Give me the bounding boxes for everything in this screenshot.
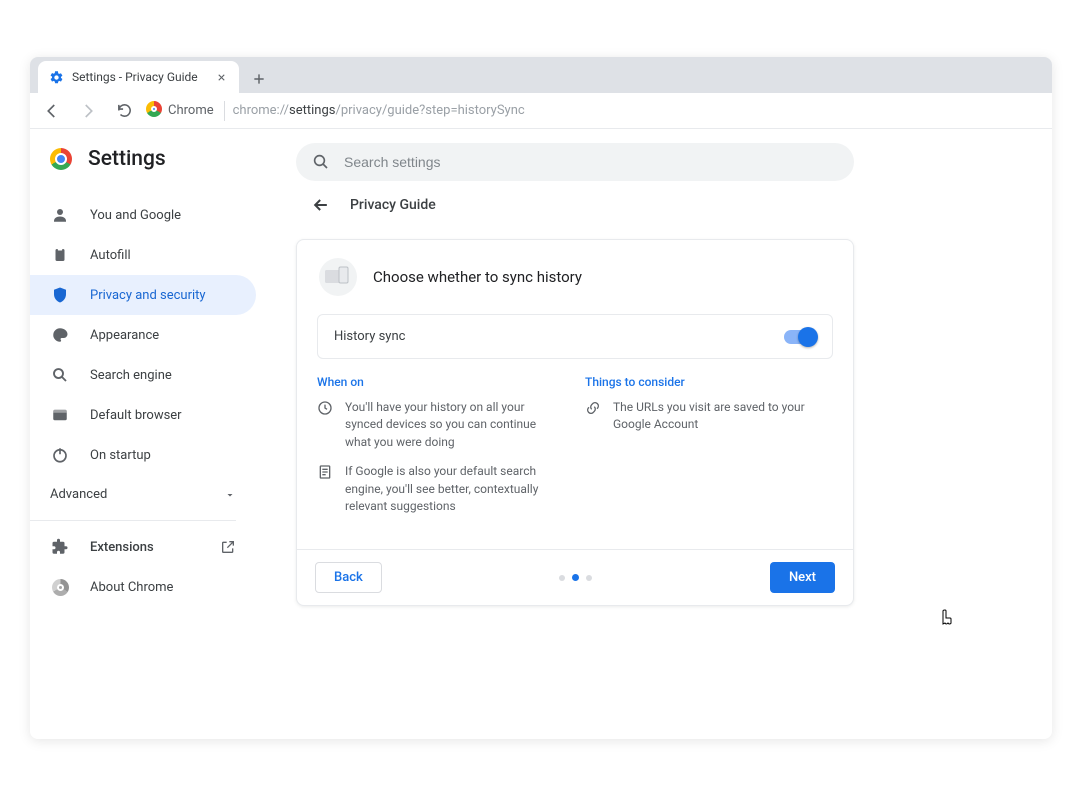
settings-search[interactable]: [296, 143, 854, 181]
history-sync-toggle[interactable]: [784, 330, 816, 344]
bullet-text: The URLs you visit are saved to your Goo…: [613, 399, 833, 434]
sidebar-item-default-browser[interactable]: Default browser: [30, 395, 256, 435]
open-external-icon: [220, 539, 236, 555]
sidebar-item-you-and-google[interactable]: You and Google: [30, 195, 256, 235]
chevron-down-icon: [224, 489, 236, 501]
step-dot-active: [572, 574, 579, 581]
palette-icon: [50, 325, 70, 345]
gear-icon: [48, 69, 64, 85]
page-icon: [317, 463, 335, 515]
search-icon: [312, 153, 330, 171]
step-dots: [559, 574, 592, 581]
settings-search-input[interactable]: [344, 154, 838, 170]
next-button[interactable]: Next: [770, 562, 835, 593]
consider-heading: Things to consider: [585, 375, 833, 389]
clipboard-icon: [50, 245, 70, 265]
card-title: Choose whether to sync history: [373, 268, 582, 286]
reload-button[interactable]: [110, 97, 138, 125]
search-icon: [50, 365, 70, 385]
bullet-text: You'll have your history on all your syn…: [345, 399, 565, 451]
page-title: Settings: [88, 147, 166, 171]
breadcrumb-title: Privacy Guide: [350, 197, 436, 213]
browser-tab[interactable]: Settings - Privacy Guide: [38, 61, 239, 93]
step-dot: [586, 575, 592, 581]
omnibox[interactable]: Chrome chrome://settings/privacy/guide?s…: [146, 101, 1044, 121]
sidebar-item-on-startup[interactable]: On startup: [30, 435, 256, 475]
back-button[interactable]: Back: [315, 562, 382, 593]
chrome-logo-icon: [50, 148, 72, 170]
back-arrow-icon[interactable]: [310, 195, 332, 215]
step-dot: [559, 575, 565, 581]
chrome-icon: [146, 101, 162, 121]
sidebar-advanced-toggle[interactable]: Advanced: [30, 475, 256, 514]
tab-title: Settings - Privacy Guide: [72, 70, 198, 84]
back-button[interactable]: [38, 97, 66, 125]
divider: [30, 520, 236, 521]
sidebar-item-label: Search engine: [90, 368, 172, 383]
sidebar-item-label: You and Google: [90, 208, 181, 223]
sidebar-item-search-engine[interactable]: Search engine: [30, 355, 256, 395]
person-icon: [50, 205, 70, 225]
sidebar-item-label: Default browser: [90, 408, 182, 423]
close-tab-icon[interactable]: [214, 72, 229, 83]
address-bar: Chrome chrome://settings/privacy/guide?s…: [30, 93, 1052, 129]
sidebar-item-label: Extensions: [90, 540, 154, 555]
sidebar-item-label: About Chrome: [90, 580, 173, 595]
devices-icon: [319, 258, 357, 296]
chrome-small-icon: [50, 577, 70, 597]
url-text: chrome://settings/privacy/guide?step=his…: [233, 103, 525, 118]
sidebar: Settings You and Google Autofill Privacy…: [30, 129, 286, 739]
link-icon: [585, 399, 603, 434]
sidebar-item-label: On startup: [90, 448, 151, 463]
tab-bar: Settings - Privacy Guide: [30, 57, 1052, 93]
shield-icon: [50, 285, 70, 305]
sidebar-item-label: Autofill: [90, 248, 131, 263]
sidebar-item-extensions[interactable]: Extensions: [30, 527, 256, 567]
history-icon: [317, 399, 335, 451]
toggle-label: History sync: [334, 329, 405, 344]
sidebar-item-autofill[interactable]: Autofill: [30, 235, 256, 275]
history-sync-row: History sync: [317, 314, 833, 359]
origin-label: Chrome: [168, 103, 214, 118]
forward-button[interactable]: [74, 97, 102, 125]
sidebar-item-about-chrome[interactable]: About Chrome: [30, 567, 256, 607]
breadcrumb: Privacy Guide: [296, 181, 436, 225]
when-on-heading: When on: [317, 375, 565, 389]
power-icon: [50, 445, 70, 465]
sidebar-item-label: Privacy and security: [90, 288, 206, 303]
sidebar-item-label: Appearance: [90, 328, 159, 343]
browser-icon: [50, 405, 70, 425]
privacy-guide-card: Choose whether to sync history History s…: [296, 239, 854, 606]
sidebar-item-appearance[interactable]: Appearance: [30, 315, 256, 355]
advanced-label: Advanced: [50, 487, 107, 502]
sidebar-item-privacy-security[interactable]: Privacy and security: [30, 275, 256, 315]
extension-icon: [50, 537, 70, 557]
new-tab-button[interactable]: [245, 65, 273, 93]
bullet-text: If Google is also your default search en…: [345, 463, 565, 515]
